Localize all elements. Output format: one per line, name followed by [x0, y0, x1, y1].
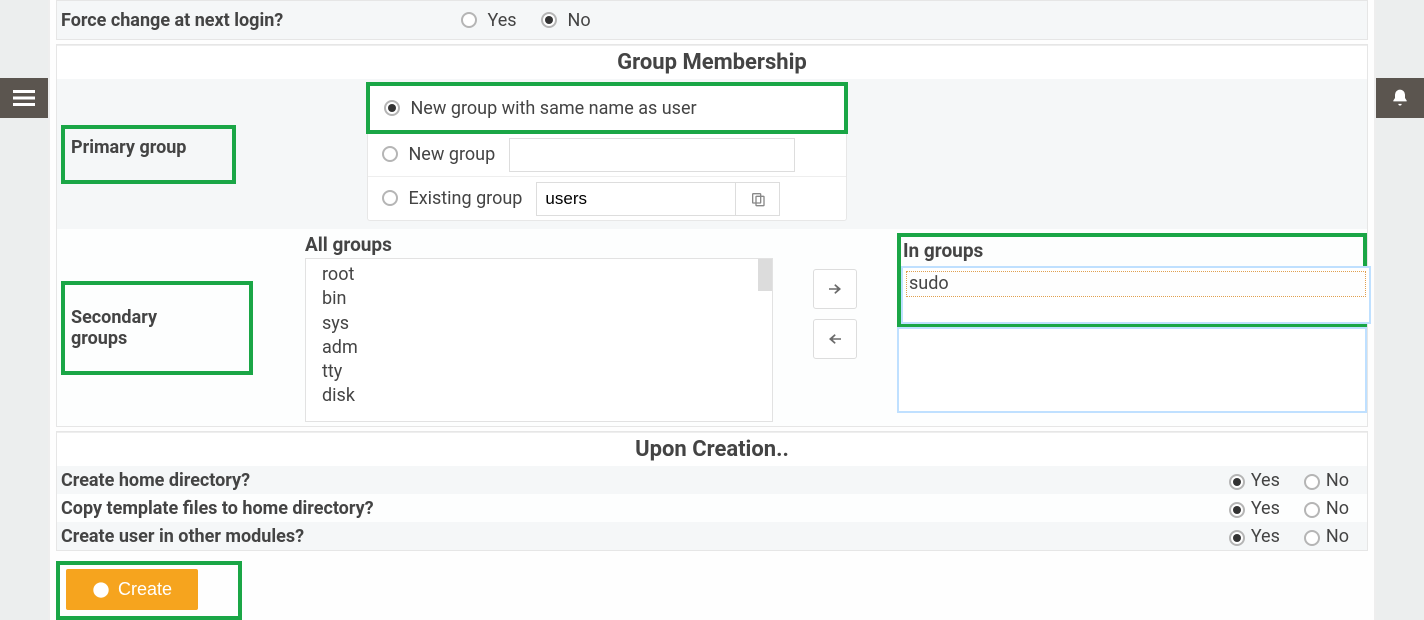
upon-creation-row-label: Copy template files to home directory?	[57, 498, 997, 519]
primary-group-same-radio[interactable]: New group with same name as user	[384, 98, 697, 119]
add-to-in-groups-button[interactable]	[813, 269, 857, 309]
uc-no[interactable]: No	[1304, 526, 1349, 547]
group-picker-button[interactable]	[736, 182, 780, 216]
force-change-yes[interactable]: Yes	[461, 10, 517, 31]
hamburger-menu-button[interactable]	[0, 78, 48, 118]
no-text: No	[567, 10, 590, 31]
primary-group-options: New group with same name as user New gro…	[367, 83, 847, 221]
primary-group-label: Primary group	[61, 125, 236, 184]
list-item[interactable]: sys	[322, 312, 758, 336]
in-groups-list[interactable]: sudo	[901, 266, 1371, 324]
create-button[interactable]: Create	[66, 569, 198, 610]
all-groups-list[interactable]: rootbinsysadmttydisk	[305, 258, 773, 422]
list-item[interactable]: disk	[322, 384, 758, 408]
uc-no[interactable]: No	[1304, 470, 1349, 491]
yes-text: Yes	[487, 10, 516, 31]
copy-icon	[750, 191, 766, 207]
list-item[interactable]: root	[322, 263, 758, 287]
opt-same-text: New group with same name as user	[410, 98, 696, 119]
existing-group-input[interactable]	[536, 182, 736, 216]
all-groups-title: All groups	[305, 233, 773, 256]
group-membership-title: Group Membership	[57, 45, 1367, 79]
in-groups-title: In groups	[901, 237, 1363, 264]
list-item[interactable]: adm	[322, 336, 758, 360]
opt-new-text: New group	[408, 144, 495, 165]
uc-yes[interactable]: Yes	[1229, 470, 1280, 491]
primary-group-existing-radio[interactable]: Existing group	[382, 188, 522, 209]
upon-creation-row-label: Create user in other modules?	[57, 526, 997, 547]
uc-yes[interactable]: Yes	[1229, 498, 1280, 519]
arrow-right-icon	[826, 280, 844, 298]
secondary-groups-label: Secondary groups	[61, 281, 253, 375]
hamburger-icon	[13, 90, 35, 106]
list-item[interactable]: bin	[322, 287, 758, 311]
uc-yes[interactable]: Yes	[1229, 526, 1280, 547]
remove-from-in-groups-button[interactable]	[813, 319, 857, 359]
plus-circle-icon	[92, 581, 110, 599]
bell-icon	[1390, 88, 1410, 108]
upon-creation-row-label: Create home directory?	[57, 470, 997, 491]
force-change-label: Force change at next login?	[57, 10, 461, 31]
create-button-label: Create	[118, 579, 172, 600]
primary-group-new-radio[interactable]: New group	[382, 144, 495, 165]
notifications-button[interactable]	[1376, 78, 1424, 118]
list-item[interactable]: tty	[322, 360, 758, 384]
list-item[interactable]: sudo	[906, 271, 1366, 297]
upon-creation-title: Upon Creation..	[57, 432, 1367, 466]
new-group-name-input[interactable]	[509, 138, 795, 172]
opt-existing-text: Existing group	[408, 188, 522, 209]
uc-no[interactable]: No	[1304, 498, 1349, 519]
arrow-left-icon	[826, 330, 844, 348]
force-change-no[interactable]: No	[541, 10, 591, 31]
